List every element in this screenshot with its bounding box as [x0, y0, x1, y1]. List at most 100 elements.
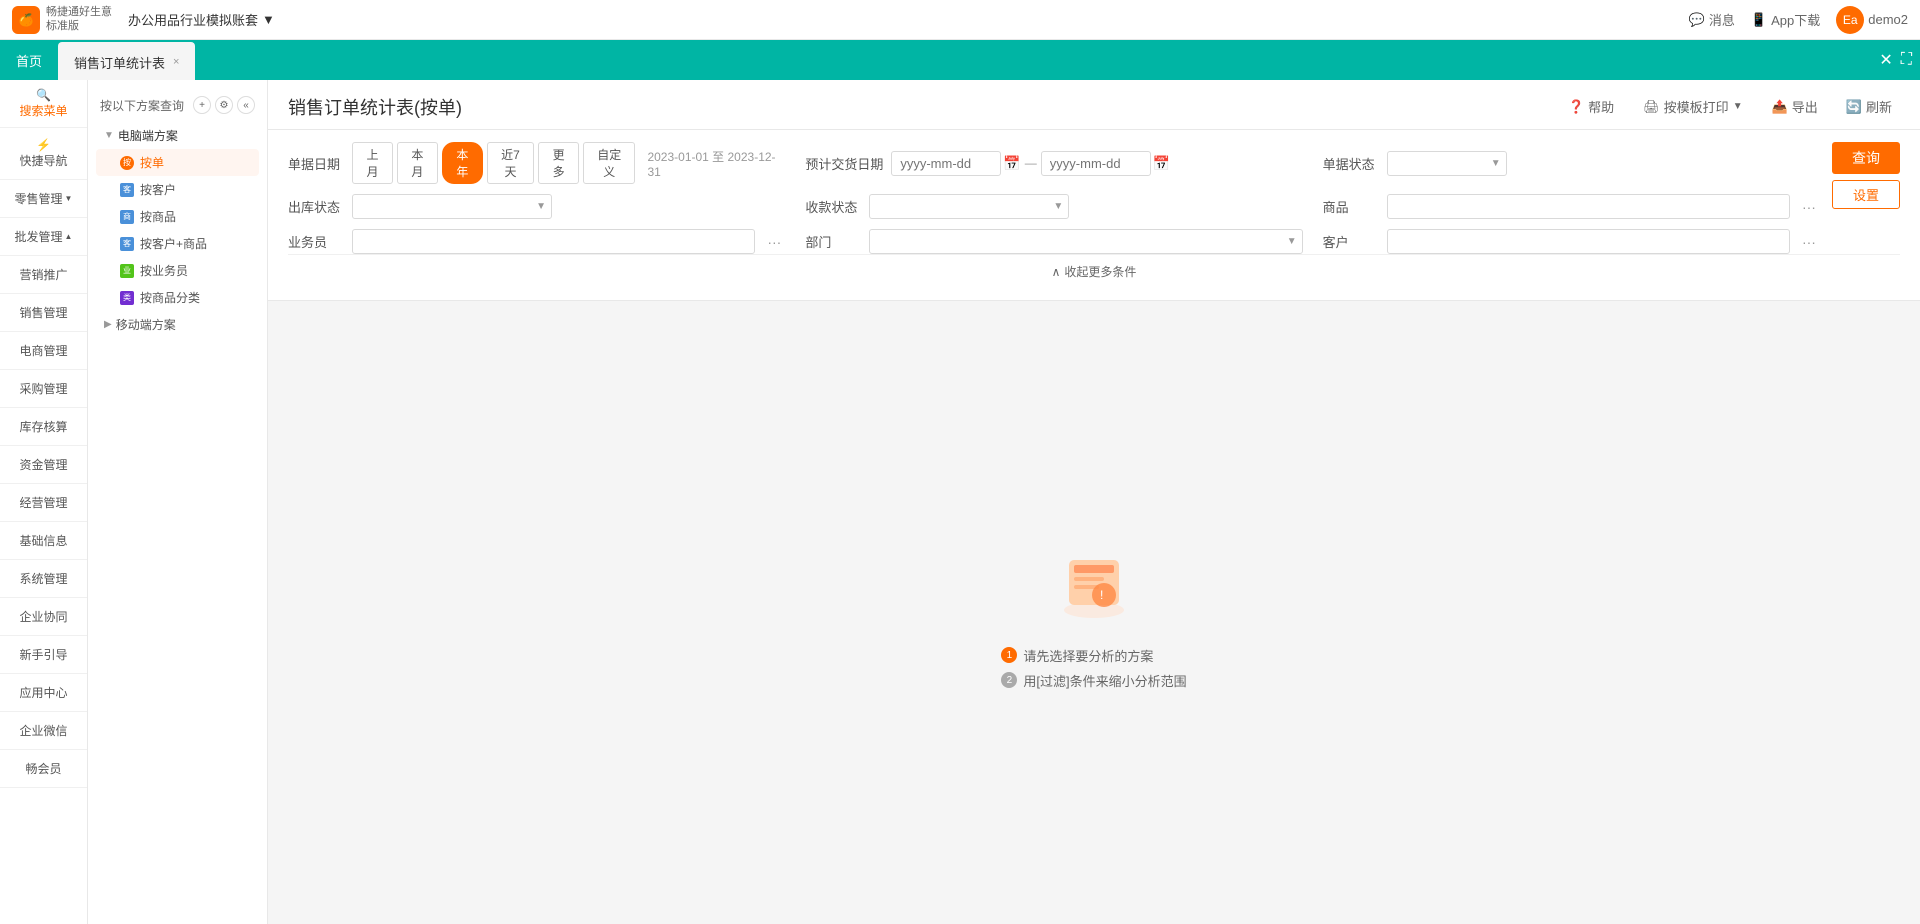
page-header-actions: ❓ 帮助 🖨 按模板打印 ▼ 📤 导出 🔄 刷新 — [1560, 92, 1900, 121]
export-icon: 📤 — [1772, 99, 1788, 115]
query-button[interactable]: 查询 — [1832, 142, 1900, 174]
expected-date-end[interactable] — [1041, 151, 1151, 176]
help-button[interactable]: ❓ 帮助 — [1560, 93, 1622, 120]
sidebar-item-appcenter[interactable]: 应用中心 — [0, 674, 87, 712]
settings-scheme-button[interactable]: ⚙ — [215, 96, 233, 114]
tree-parent-mobile[interactable]: ▶ 移动端方案 — [96, 311, 259, 338]
add-scheme-button[interactable]: + — [193, 96, 211, 114]
export-button[interactable]: 📤 导出 — [1764, 93, 1826, 120]
collapse-bar[interactable]: ∧ 收起更多条件 — [288, 254, 1900, 288]
tree-item-by-customer-goods[interactable]: 客 按客户+商品 — [96, 230, 259, 257]
sidebar-item-inventory[interactable]: 库存核算 — [0, 408, 87, 446]
empty-tip-2: 2 用[过滤]条件来缩小分析范围 — [1001, 671, 1186, 690]
page-header: 销售订单统计表(按单) ❓ 帮助 🖨 按模板打印 ▼ 📤 导出 — [268, 80, 1920, 130]
tab-close-icon[interactable]: × — [173, 56, 179, 68]
sidebar-item-ecommerce[interactable]: 电商管理 — [0, 332, 87, 370]
date-btn-last-month[interactable]: 上月 — [352, 142, 393, 184]
date-btn-7days[interactable]: 近7天 — [487, 142, 534, 184]
expected-date-start[interactable] — [891, 151, 1001, 176]
customer-more-button[interactable]: ··· — [1798, 234, 1820, 250]
calendar-icon-end[interactable]: 📅 — [1153, 155, 1170, 172]
sidebar-item-search[interactable]: 🔍 搜索菜单 — [0, 80, 87, 128]
sidebar-item-retail[interactable]: 零售管理 — [0, 180, 87, 218]
left-panel: 按以下方案查询 + ⚙ « ▼ 电脑端方案 按 按单 客 — [88, 80, 268, 924]
date-btn-this-year[interactable]: 本年 — [442, 142, 483, 184]
sidebar-item-newuser[interactable]: 新手引导 — [0, 636, 87, 674]
sidebar-item-system[interactable]: 系统管理 — [0, 560, 87, 598]
sidebar-item-purchase[interactable]: 采购管理 — [0, 370, 87, 408]
help-icon: ❓ — [1568, 99, 1584, 115]
avatar: Ea — [1836, 6, 1864, 34]
status-label: 单据状态 — [1323, 154, 1379, 173]
sidebar-item-basic[interactable]: 基础信息 — [0, 522, 87, 560]
tab-home[interactable]: 首页 — [0, 40, 58, 80]
calendar-icon-start[interactable]: 📅 — [1003, 155, 1020, 172]
tree-item-by-salesperson[interactable]: 业 按业务员 — [96, 257, 259, 284]
sidebar-item-sales[interactable]: 销售管理 — [0, 294, 87, 332]
tree-expand-icon: ▼ — [104, 130, 114, 141]
filter-expected-date-section: 预计交货日期 📅 — 📅 — [785, 151, 1302, 176]
date-btn-more[interactable]: 更多 — [538, 142, 579, 184]
date-btn-this-month[interactable]: 本月 — [397, 142, 438, 184]
workspace-selector[interactable]: 办公用品行业模拟账套 ▼ — [120, 6, 283, 33]
payment-select[interactable] — [869, 194, 1069, 219]
user-menu[interactable]: Ea demo2 — [1836, 6, 1908, 34]
window-maximize-icon[interactable]: ⛶ — [1901, 51, 1912, 69]
tree-parent-pc[interactable]: ▼ 电脑端方案 — [96, 122, 259, 149]
goods-input[interactable] — [1387, 194, 1790, 219]
date-separator: — — [1025, 156, 1037, 170]
salesperson-label: 业务员 — [288, 232, 344, 251]
tree-item-by-customer[interactable]: 客 按客户 — [96, 176, 259, 203]
tree-item-by-order[interactable]: 按 按单 — [96, 149, 259, 176]
refresh-button[interactable]: 🔄 刷新 — [1838, 93, 1900, 120]
salesperson-input[interactable] — [352, 229, 755, 254]
customer-label: 客户 — [1323, 232, 1379, 251]
sidebar-item-marketing[interactable]: 营销推广 — [0, 256, 87, 294]
app-download-button[interactable]: 📱 App下载 — [1751, 10, 1820, 29]
delivery-select[interactable] — [352, 194, 552, 219]
message-button[interactable]: 💬 消息 — [1689, 10, 1735, 29]
top-bar-right: 💬 消息 📱 App下载 Ea demo2 — [1689, 6, 1908, 34]
sidebar-item-finance[interactable]: 资金管理 — [0, 446, 87, 484]
scheme-icon-order: 按 — [120, 156, 134, 170]
settings-button[interactable]: 设置 — [1832, 180, 1900, 209]
tree-item-by-category[interactable]: 类 按商品分类 — [96, 284, 259, 311]
customer-input[interactable] — [1387, 229, 1790, 254]
sidebar-item-wholesale[interactable]: 批发管理 — [0, 218, 87, 256]
empty-icon: ! — [1044, 530, 1144, 630]
status-select[interactable] — [1387, 151, 1507, 176]
sidebar-item-enterprise[interactable]: 企业协同 — [0, 598, 87, 636]
date-btn-custom[interactable]: 自定义 — [583, 142, 635, 184]
department-label: 部门 — [805, 232, 861, 251]
sidebar-item-wechat[interactable]: 企业微信 — [0, 712, 87, 750]
filter-main: 单据日期 上月 本月 本年 近7天 更多 自定义 2023-01-01 至 20… — [288, 142, 1820, 254]
sidebar-item-member[interactable]: 畅会员 — [0, 750, 87, 788]
tree-item-by-goods[interactable]: 商 按商品 — [96, 203, 259, 230]
logo-icon: 🍊 — [12, 6, 40, 34]
delivery-select-wrapper: ▼ — [352, 194, 552, 219]
tree-item-label: 按商品分类 — [140, 289, 200, 306]
sidebar-item-operations[interactable]: 经营管理 — [0, 484, 87, 522]
filter-status-section: 单据状态 ▼ — [1303, 151, 1820, 176]
empty-tip-1: 1 请先选择要分析的方案 — [1001, 646, 1186, 665]
left-panel-icons: + ⚙ « — [193, 96, 255, 114]
print-button[interactable]: 🖨 按模板打印 ▼ — [1634, 92, 1751, 121]
sidebar-item-quicknav[interactable]: ⚡ 快捷导航 — [0, 128, 87, 180]
goods-more-button[interactable]: ··· — [1798, 199, 1820, 215]
tree-parent-label-mobile: 移动端方案 — [116, 316, 176, 333]
tip-number-1: 1 — [1001, 647, 1017, 663]
empty-state: ! 1 请先选择要分析的方案 2 用[过滤]条件来缩小分析范围 — [268, 301, 1920, 924]
tip-text-2: 用[过滤]条件来缩小分析范围 — [1023, 671, 1186, 690]
left-panel-title: 按以下方案查询 — [100, 97, 184, 114]
delivery-label: 出库状态 — [288, 197, 344, 216]
tab-active[interactable]: 销售订单统计表 × — [58, 42, 195, 82]
tree-item-label: 按客户+商品 — [140, 235, 207, 252]
tree-item-label: 按客户 — [140, 181, 176, 198]
window-close-icon[interactable]: ✕ — [1879, 50, 1892, 70]
salesperson-more-button[interactable]: ··· — [763, 234, 785, 250]
filter-row-wrapper: 单据日期 上月 本月 本年 近7天 更多 自定义 2023-01-01 至 20… — [288, 142, 1900, 254]
collapse-panel-button[interactable]: « — [237, 96, 255, 114]
left-panel-header: 按以下方案查询 + ⚙ « — [88, 88, 267, 122]
filter-payment-section: 收款状态 ▼ — [785, 194, 1302, 219]
department-select[interactable] — [869, 229, 1302, 254]
